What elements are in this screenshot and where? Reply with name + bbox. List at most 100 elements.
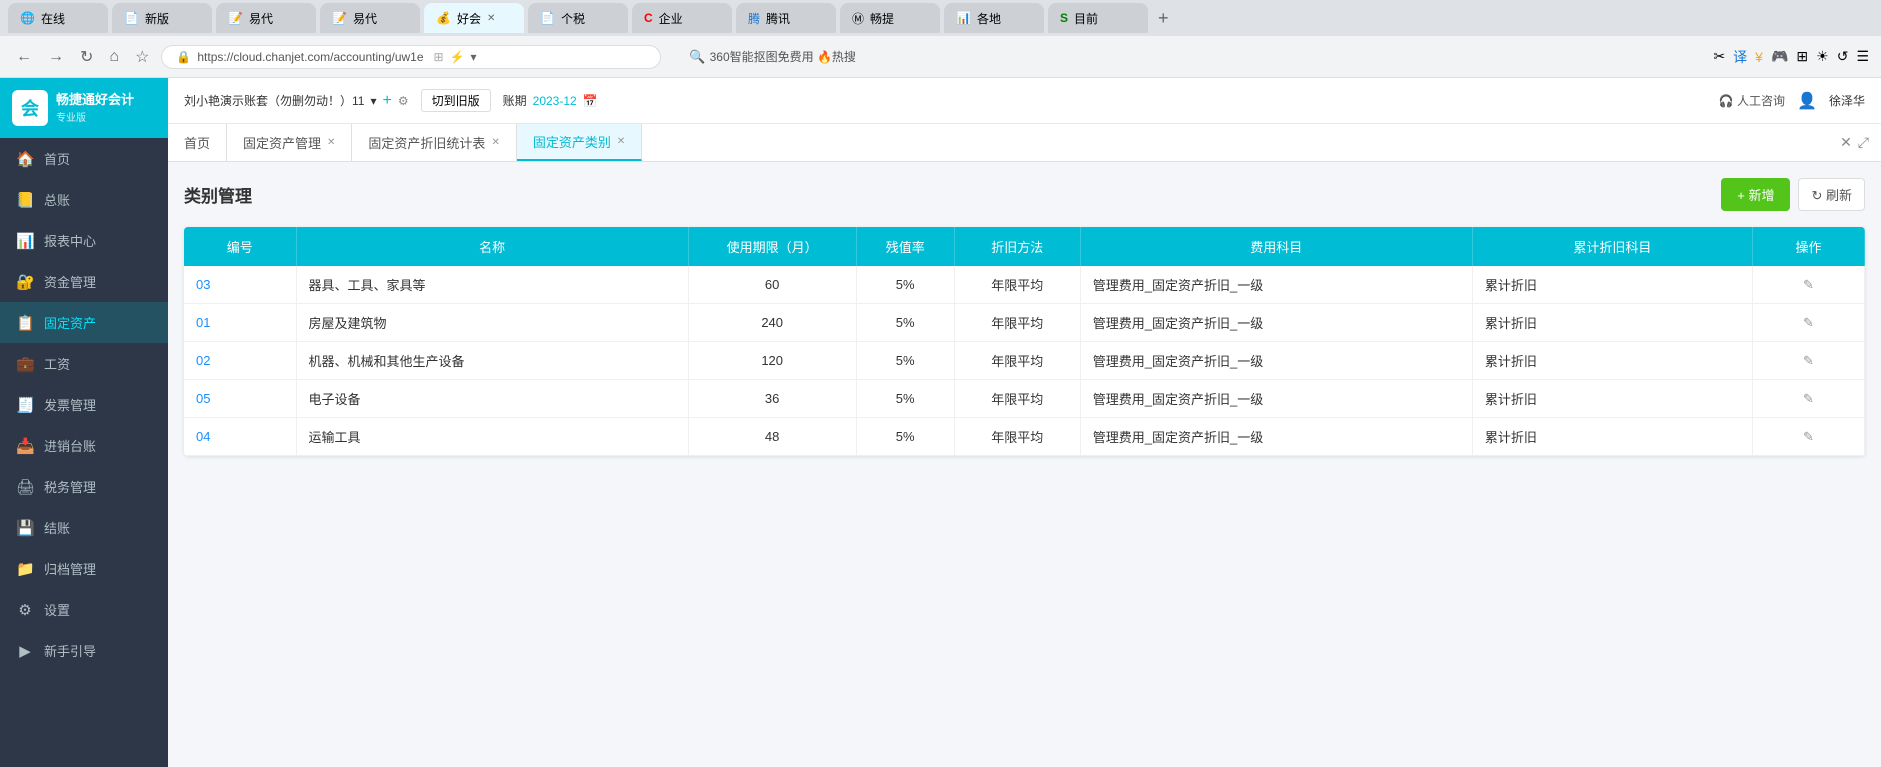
sidebar-item-funds[interactable]: 🔐 资金管理 bbox=[0, 261, 168, 302]
table-row: 02 机器、机械和其他生产设备 120 5% 年限平均 管理费用_固定资产折旧_… bbox=[184, 342, 1865, 380]
period-value: 2023-12 bbox=[533, 94, 577, 108]
maximize-icon[interactable]: ⤢ bbox=[1858, 134, 1869, 151]
browser-tab-5[interactable]: 📄 个税 bbox=[528, 3, 628, 33]
forward-button[interactable]: → bbox=[44, 44, 68, 70]
browser-tab-0[interactable]: 🌐 在线 bbox=[8, 3, 108, 33]
sidebar-item-ledger[interactable]: 📒 总账 bbox=[0, 179, 168, 220]
home-button[interactable]: ⌂ bbox=[105, 44, 123, 70]
browser-tab-6[interactable]: C 企业 bbox=[632, 3, 732, 33]
edit-icon-2[interactable]: ✎ bbox=[1803, 353, 1814, 368]
tab-asset-category[interactable]: 固定资产类别 ✕ bbox=[517, 124, 642, 161]
row-0-action: ✎ bbox=[1752, 266, 1864, 304]
toolbar-icons: ✂ 译 ¥ 🎮 ⊞ ☀ ↺ ☰ bbox=[1713, 47, 1869, 67]
browser-tab-4[interactable]: 💰 好会 ✕ bbox=[424, 3, 524, 33]
sidebar-item-invoice[interactable]: 🧾 发票管理 bbox=[0, 384, 168, 425]
sidebar-item-reports[interactable]: 📊 报表中心 bbox=[0, 220, 168, 261]
browser-tab-9[interactable]: 📊 各地 bbox=[944, 3, 1044, 33]
sidebar-item-payroll[interactable]: 💼 工资 bbox=[0, 343, 168, 384]
edit-icon-3[interactable]: ✎ bbox=[1803, 391, 1814, 406]
payroll-icon: 💼 bbox=[16, 355, 34, 373]
browser-tab-3[interactable]: 📝 易代 bbox=[320, 3, 420, 33]
row-4-residual: 5% bbox=[856, 418, 954, 456]
sidebar-item-tax[interactable]: 🖨 税务管理 bbox=[0, 466, 168, 507]
sidebar-item-archive[interactable]: 📁 归档管理 bbox=[0, 548, 168, 589]
tab-close-depreciation-stats[interactable]: ✕ bbox=[491, 137, 499, 148]
period-label: 账期 bbox=[503, 92, 527, 109]
data-table: 编号 名称 使用期限（月） 残值率 折旧方法 费用科目 累计折旧科目 操作 03… bbox=[184, 227, 1865, 456]
sidebar-item-home[interactable]: 🏠 首页 bbox=[0, 138, 168, 179]
add-account-icon[interactable]: + bbox=[383, 92, 392, 110]
row-3-accum: 累计折旧 bbox=[1472, 380, 1752, 418]
expand-icon: ⊞ bbox=[434, 50, 444, 64]
account-settings-icon[interactable]: ⚙ bbox=[398, 94, 409, 108]
sidebar-item-closing[interactable]: 💾 结账 bbox=[0, 507, 168, 548]
sidebar-label-payroll: 工资 bbox=[44, 354, 70, 373]
tab-label-7: 腾讯 bbox=[766, 10, 790, 27]
row-1-expense: 管理费用_固定资产折旧_一级 bbox=[1080, 304, 1472, 342]
row-4-accum: 累计折旧 bbox=[1472, 418, 1752, 456]
settings-icon: ⚙ bbox=[16, 601, 34, 619]
new-tab-button[interactable]: + bbox=[1158, 8, 1169, 29]
tab-fixed-asset-mgmt[interactable]: 固定资产管理 ✕ bbox=[227, 124, 352, 161]
sidebar-menu: 🏠 首页 📒 总账 📊 报表中心 🔐 资金管理 📋 固定资产 💼 工资 bbox=[0, 138, 168, 767]
reload-button[interactable]: ↻ bbox=[76, 43, 97, 71]
row-0-expense: 管理费用_固定资产折旧_一级 bbox=[1080, 266, 1472, 304]
browser-tab-10[interactable]: S 目前 bbox=[1048, 3, 1148, 33]
undo-icon[interactable]: ↺ bbox=[1837, 48, 1849, 65]
table-row: 01 房屋及建筑物 240 5% 年限平均 管理费用_固定资产折旧_一级 累计折… bbox=[184, 304, 1865, 342]
dropdown-icon[interactable]: ▾ bbox=[471, 50, 477, 64]
game-icon[interactable]: 🎮 bbox=[1771, 48, 1788, 65]
edit-icon-0[interactable]: ✎ bbox=[1803, 277, 1814, 292]
home-icon: 🏠 bbox=[16, 150, 34, 168]
sidebar-item-tutorial[interactable]: ▶ 新手引导 bbox=[0, 630, 168, 671]
funds-icon: 🔐 bbox=[16, 273, 34, 291]
switch-to-old-btn[interactable]: 切到旧版 bbox=[421, 89, 491, 112]
browser-tab-2[interactable]: 📝 易代 bbox=[216, 3, 316, 33]
purchase-sales-icon: 📥 bbox=[16, 437, 34, 455]
row-1-residual: 5% bbox=[856, 304, 954, 342]
tab-icon-9: 📊 bbox=[956, 11, 971, 25]
sidebar-item-fixed-assets[interactable]: 📋 固定资产 bbox=[0, 302, 168, 343]
calendar-icon[interactable]: 📅 bbox=[583, 94, 598, 108]
brightness-icon[interactable]: ☀ bbox=[1816, 48, 1829, 65]
browser-tab-8[interactable]: Ⓜ 畅提 bbox=[840, 3, 940, 33]
edit-icon-1[interactable]: ✎ bbox=[1803, 315, 1814, 330]
app-layout: 会 畅捷通好会计 专业版 🏠 首页 📒 总账 📊 报表中心 🔐 资金管理 bbox=[0, 78, 1881, 767]
page-title: 类别管理 bbox=[184, 182, 252, 207]
close-tab-icon[interactable]: ✕ bbox=[1840, 134, 1852, 151]
refresh-button[interactable]: ↻ 刷新 bbox=[1798, 178, 1865, 211]
tab-icon-5: 📄 bbox=[540, 11, 555, 25]
tab-depreciation-stats[interactable]: 固定资产折旧统计表 ✕ bbox=[352, 124, 516, 161]
currency-icon[interactable]: ¥ bbox=[1755, 49, 1763, 65]
row-3-residual: 5% bbox=[856, 380, 954, 418]
tab-close-fixed-asset-mgmt[interactable]: ✕ bbox=[327, 137, 335, 148]
address-bar[interactable]: 🔒 https://cloud.chanjet.com/accounting/u… bbox=[161, 45, 661, 69]
search-area: 🔍 360智能抠图免费用 🔥热搜 bbox=[689, 48, 856, 65]
back-button[interactable]: ← bbox=[12, 44, 36, 70]
row-2-period: 120 bbox=[688, 342, 856, 380]
edit-icon-4[interactable]: ✎ bbox=[1803, 429, 1814, 444]
user-dropdown-icon[interactable]: ▾ bbox=[370, 94, 376, 108]
tab-close-asset-category[interactable]: ✕ bbox=[617, 136, 625, 147]
sidebar-item-settings[interactable]: ⚙ 设置 bbox=[0, 589, 168, 630]
grid-icon[interactable]: ⊞ bbox=[1796, 48, 1808, 65]
tab-icon-1: 📄 bbox=[124, 11, 139, 25]
menu-icon[interactable]: ☰ bbox=[1856, 48, 1869, 65]
fixed-assets-icon: 📋 bbox=[16, 314, 34, 332]
tab-icon-6: C bbox=[644, 11, 653, 25]
tab-close-4[interactable]: ✕ bbox=[487, 13, 495, 24]
browser-tab-7[interactable]: 腾 腾讯 bbox=[736, 3, 836, 33]
row-2-method: 年限平均 bbox=[954, 342, 1080, 380]
row-0-method: 年限平均 bbox=[954, 266, 1080, 304]
scissors-icon[interactable]: ✂ bbox=[1713, 48, 1725, 65]
support-link[interactable]: 🎧 人工咨询 bbox=[1719, 92, 1785, 109]
browser-tab-1[interactable]: 📄 新版 bbox=[112, 3, 212, 33]
bookmark-button[interactable]: ☆ bbox=[131, 43, 153, 71]
row-2-expense: 管理费用_固定资产折旧_一级 bbox=[1080, 342, 1472, 380]
add-button[interactable]: + 新增 bbox=[1721, 178, 1790, 211]
tab-home[interactable]: 首页 bbox=[168, 124, 227, 161]
row-2-accum: 累计折旧 bbox=[1472, 342, 1752, 380]
page-content: 类别管理 + 新增 ↻ 刷新 编号 名称 使用期限（月） 残值率 折旧方法 费用… bbox=[168, 162, 1881, 767]
sidebar-item-purchase-sales[interactable]: 📥 进销台账 bbox=[0, 425, 168, 466]
translate-icon[interactable]: 译 bbox=[1733, 47, 1747, 67]
